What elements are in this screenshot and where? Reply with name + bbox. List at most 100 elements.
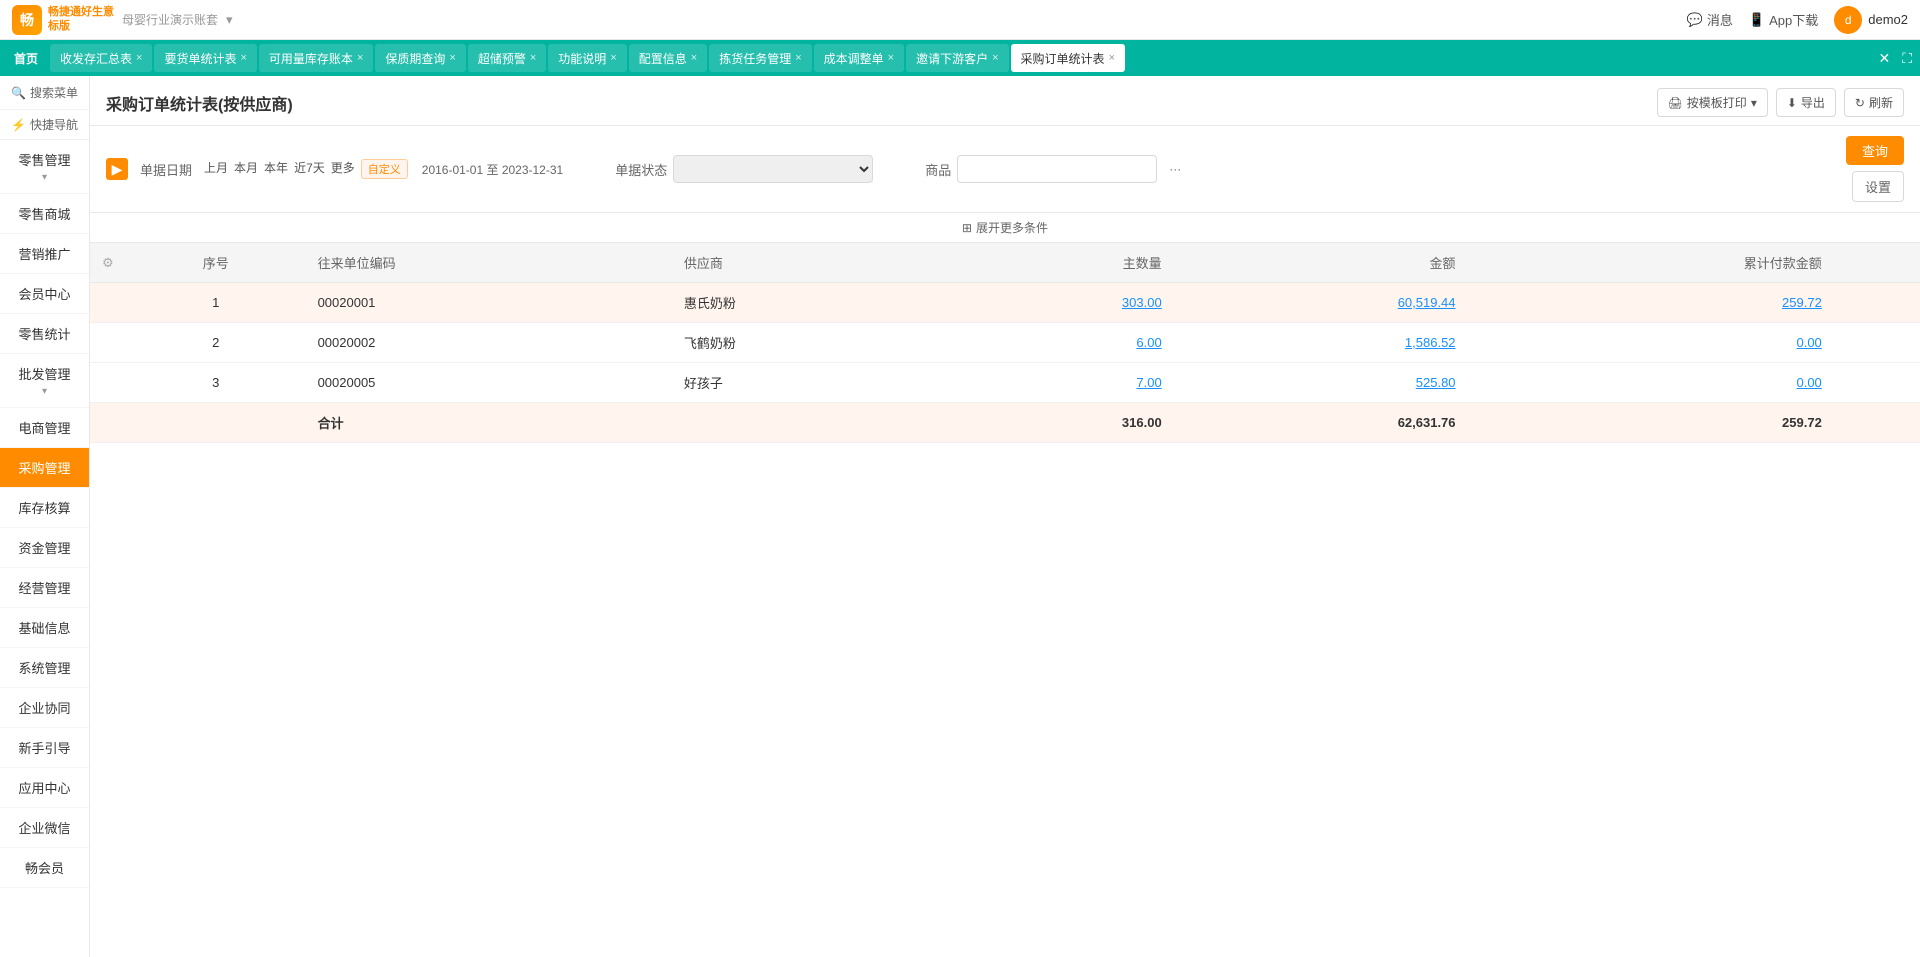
- quantity-link[interactable]: 303.00: [1122, 295, 1162, 310]
- refresh-button[interactable]: ↻ 刷新: [1844, 88, 1904, 117]
- paid-link[interactable]: 0.00: [1796, 335, 1821, 350]
- th-unit-code: 往来单位编码: [306, 243, 672, 283]
- maximize-window-icon[interactable]: ⛶: [1898, 50, 1916, 67]
- nav-tab-收发存汇总表[interactable]: 收发存汇总表 ×: [50, 44, 152, 72]
- sidebar-item-经营管理[interactable]: 经营管理: [0, 568, 89, 608]
- sidebar-item-系统管理[interactable]: 系统管理: [0, 648, 89, 688]
- nav-tab-close-icon[interactable]: ×: [691, 52, 697, 64]
- sidebar-item-企业协同[interactable]: 企业协同: [0, 688, 89, 728]
- td-unit-code: 00020002: [306, 323, 672, 363]
- nav-tab-close-icon[interactable]: ×: [530, 52, 536, 64]
- nav-tab-可用量库存账本[interactable]: 可用量库存账本 ×: [259, 44, 373, 72]
- sidebar-item-零售商城[interactable]: 零售商城: [0, 194, 89, 234]
- sidebar-item-label: 经营管理: [18, 578, 70, 597]
- sidebar-item-label: 资金管理: [18, 538, 70, 557]
- nav-tab-close-icon[interactable]: ×: [992, 52, 998, 64]
- nav-tab-配置信息[interactable]: 配置信息 ×: [629, 44, 707, 72]
- sidebar: 🔍 搜索菜单 ⚡ 快捷导航 零售管理 ▾零售商城营销推广会员中心零售统计批发管理…: [0, 76, 90, 957]
- sidebar-item-零售统计[interactable]: 零售统计: [0, 314, 89, 354]
- table-row: 2 00020002 飞鹤奶粉 6.00 1,586.52 0.00: [90, 323, 1920, 363]
- main-layout: 🔍 搜索菜单 ⚡ 快捷导航 零售管理 ▾零售商城营销推广会员中心零售统计批发管理…: [0, 76, 1920, 957]
- sidebar-item-新手引导[interactable]: 新手引导: [0, 728, 89, 768]
- sidebar-item-arrow-icon: ▾: [42, 172, 47, 183]
- nav-tab-保质期查询[interactable]: 保质期查询 ×: [375, 44, 465, 72]
- page-header: 采购订单统计表(按供应商) 🖨 按模板打印 ▾ ⬇ 导出 ↻ 刷新: [90, 76, 1920, 126]
- quantity-link[interactable]: 7.00: [1136, 375, 1161, 390]
- nav-tab-close-icon[interactable]: ×: [136, 52, 142, 64]
- date-shortcut-this-year[interactable]: 本年: [264, 159, 288, 179]
- nav-tab-close-icon[interactable]: ×: [449, 52, 455, 64]
- td-paid: 0.00: [1468, 363, 1834, 403]
- nav-tab-成本调整单[interactable]: 成本调整单 ×: [814, 44, 904, 72]
- nav-tab-close-icon[interactable]: ×: [357, 52, 363, 64]
- sidebar-item-企业微信[interactable]: 企业微信: [0, 808, 89, 848]
- column-settings-icon[interactable]: ⚙: [102, 255, 114, 270]
- goods-filter-input[interactable]: [957, 155, 1157, 183]
- sidebar-item-零售管理[interactable]: 零售管理 ▾: [0, 140, 89, 194]
- settings-button[interactable]: 设置: [1852, 171, 1904, 202]
- template-print-button[interactable]: 🖨 按模板打印 ▾: [1657, 88, 1768, 117]
- nav-tab-close-icon[interactable]: ×: [1109, 52, 1115, 64]
- table-body: 1 00020001 惠氏奶粉 303.00 60,519.44 259.72 …: [90, 283, 1920, 403]
- sidebar-item-批发管理[interactable]: 批发管理 ▾: [0, 354, 89, 408]
- nav-tab-close-icon[interactable]: ×: [610, 52, 616, 64]
- footer-label: 合计: [306, 403, 672, 443]
- sidebar-item-应用中心[interactable]: 应用中心: [0, 768, 89, 808]
- sidebar-search[interactable]: 🔍 搜索菜单: [0, 76, 89, 110]
- date-shortcut-more[interactable]: 更多: [331, 159, 355, 179]
- nav-tab-close-icon[interactable]: ×: [888, 52, 894, 64]
- nav-tab-close-icon[interactable]: ×: [240, 52, 246, 64]
- table-wrapper: ⚙ 序号 往来单位编码 供应商 主数量 金额 累计付款金额 1 00020001…: [90, 243, 1920, 957]
- td-amount: 525.80: [1174, 363, 1468, 403]
- sidebar-item-资金管理[interactable]: 资金管理: [0, 528, 89, 568]
- nav-tab-要货单统计表[interactable]: 要货单统计表 ×: [154, 44, 256, 72]
- nav-tab-close-icon[interactable]: ×: [795, 52, 801, 64]
- status-filter-select[interactable]: [673, 155, 873, 183]
- paid-link[interactable]: 259.72: [1782, 295, 1822, 310]
- message-button[interactable]: 💬 消息: [1687, 10, 1733, 29]
- sidebar-item-营销推广[interactable]: 营销推广: [0, 234, 89, 274]
- date-custom-tag[interactable]: 自定义: [361, 159, 408, 179]
- nav-tab-邀请下游客户[interactable]: 邀请下游客户 ×: [906, 44, 1008, 72]
- sidebar-item-采购管理[interactable]: 采购管理: [0, 448, 89, 488]
- goods-more-icon[interactable]: ···: [1169, 162, 1181, 176]
- app-download-button[interactable]: 📱 App下载: [1749, 10, 1818, 29]
- date-shortcuts: 上月 本月 本年 近7天 更多 自定义: [204, 159, 408, 179]
- nav-tab-采购订单统计表[interactable]: 采购订单统计表 ×: [1011, 44, 1125, 72]
- export-button[interactable]: ⬇ 导出: [1776, 88, 1836, 117]
- sidebar-item-label: 零售管理: [18, 150, 70, 169]
- footer-empty-3: [672, 403, 945, 443]
- amount-link[interactable]: 1,586.52: [1405, 335, 1456, 350]
- sidebar-item-电商管理[interactable]: 电商管理: [0, 408, 89, 448]
- nav-tab-拣货任务管理[interactable]: 拣货任务管理 ×: [709, 44, 811, 72]
- table-row: 3 00020005 好孩子 7.00 525.80 0.00: [90, 363, 1920, 403]
- date-shortcut-last-month[interactable]: 上月: [204, 159, 228, 179]
- date-shortcut-this-month[interactable]: 本月: [234, 159, 258, 179]
- query-button[interactable]: 查询: [1846, 136, 1904, 165]
- nav-tab-label: 拣货任务管理: [719, 50, 791, 67]
- td-no: 2: [126, 323, 306, 363]
- sidebar-item-畅会员[interactable]: 畅会员: [0, 848, 89, 888]
- filter-toggle-button[interactable]: ▶: [106, 158, 128, 180]
- close-window-icon[interactable]: ✕: [1874, 50, 1894, 67]
- expand-conditions-button[interactable]: ⊞ 展开更多条件: [962, 219, 1048, 236]
- amount-link[interactable]: 525.80: [1416, 375, 1456, 390]
- sidebar-item-库存核算[interactable]: 库存核算: [0, 488, 89, 528]
- sidebar-item-label: 企业微信: [18, 818, 70, 837]
- date-shortcut-7days[interactable]: 近7天: [294, 159, 325, 179]
- nav-tab-功能说明[interactable]: 功能说明 ×: [548, 44, 626, 72]
- nav-tab-超储预警[interactable]: 超储预警 ×: [468, 44, 546, 72]
- breadcrumb-dropdown-icon[interactable]: ▾: [226, 12, 233, 28]
- td-extra: [1834, 283, 1920, 323]
- table-header-row: ⚙ 序号 往来单位编码 供应商 主数量 金额 累计付款金额: [90, 243, 1920, 283]
- paid-link[interactable]: 0.00: [1796, 375, 1821, 390]
- user-profile-button[interactable]: d demo2: [1834, 6, 1908, 34]
- nav-tab-首页[interactable]: 首页: [4, 44, 48, 72]
- status-filter-label: 单据状态: [615, 160, 667, 179]
- amount-link[interactable]: 60,519.44: [1398, 295, 1456, 310]
- quantity-link[interactable]: 6.00: [1136, 335, 1161, 350]
- sidebar-item-基础信息[interactable]: 基础信息: [0, 608, 89, 648]
- sidebar-item-会员中心[interactable]: 会员中心: [0, 274, 89, 314]
- sidebar-item-label: 批发管理: [18, 364, 70, 383]
- sidebar-quick-nav[interactable]: ⚡ 快捷导航: [0, 110, 89, 140]
